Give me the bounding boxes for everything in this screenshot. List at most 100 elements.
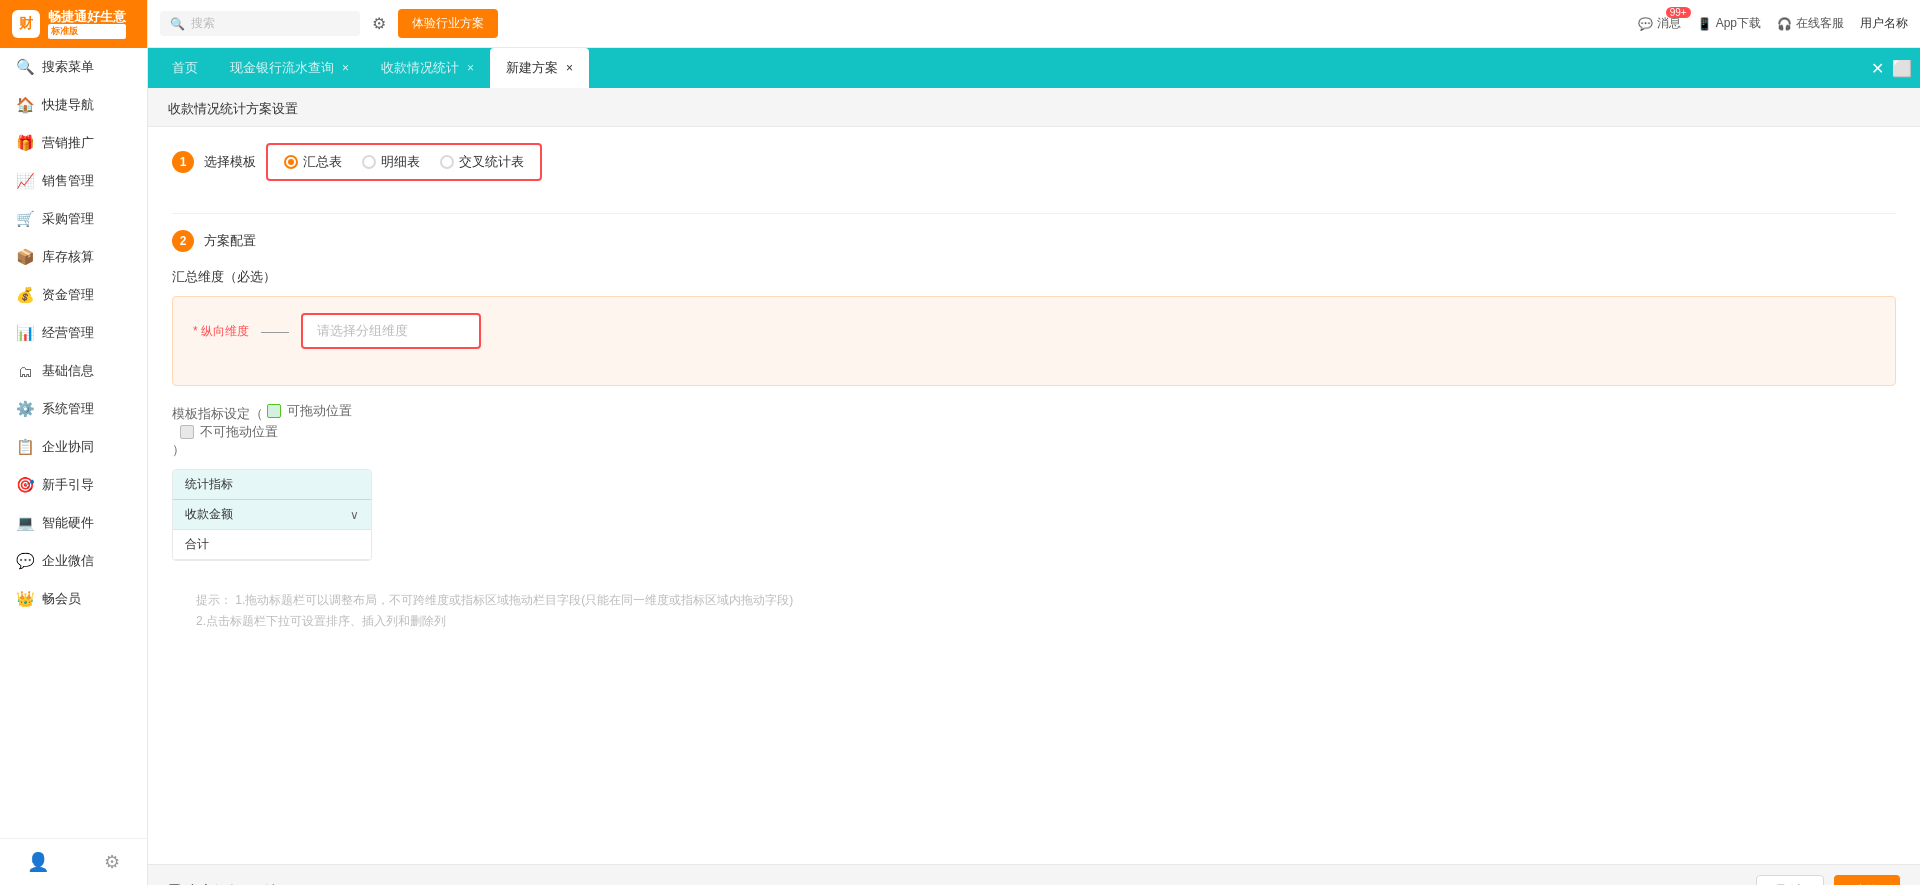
sidebar-item-quick-nav[interactable]: 🏠 快捷导航: [0, 86, 147, 124]
download-icon: 📱: [1697, 17, 1712, 31]
sidebar-item-label: 快捷导航: [42, 96, 94, 114]
expand-tab-button[interactable]: ⬜: [1892, 59, 1912, 78]
enterprise-icon: 📋: [16, 438, 34, 456]
sidebar-item-label: 库存核算: [42, 248, 94, 266]
sidebar-item-label: 搜索菜单: [42, 58, 94, 76]
radio-summary-label: 汇总表: [303, 153, 342, 171]
finance-icon: 💰: [16, 286, 34, 304]
tab-bank-flow-close[interactable]: ×: [342, 61, 349, 75]
tab-home[interactable]: 首页: [156, 48, 214, 88]
dimension-block-title: 汇总维度（必选）: [172, 268, 1896, 286]
sidebar-item-label: 经营管理: [42, 324, 94, 342]
tab-new-plan-close[interactable]: ×: [566, 61, 573, 75]
content-area: 收款情况统计方案设置 1 选择模板 汇总表 明细表: [148, 88, 1920, 885]
topbar-right: 💬 消息 99+ 📱 App下载 🎧 在线客服 用户名称: [1638, 15, 1908, 32]
dimension-select[interactable]: 请选择分组维度: [301, 313, 481, 349]
sidebar-item-label: 销售管理: [42, 172, 94, 190]
legend-drag-box: [267, 404, 281, 418]
message-badge[interactable]: 💬 消息 99+: [1638, 15, 1681, 32]
support-icon: 🎧: [1777, 17, 1792, 31]
sidebar-item-enterprise[interactable]: 📋 企业协同: [0, 428, 147, 466]
sidebar-item-label: 系统管理: [42, 400, 94, 418]
save-checkbox-label[interactable]: 方案保存（可选）: [168, 882, 291, 886]
sidebar-item-label: 智能硬件: [42, 514, 94, 532]
radio-cross[interactable]: 交叉统计表: [440, 153, 524, 171]
dim-row-label: * 纵向维度: [193, 323, 249, 340]
sidebar-item-system[interactable]: ⚙️ 系统管理: [0, 390, 147, 428]
sidebar-item-label: 资金管理: [42, 286, 94, 304]
tab-bank-flow[interactable]: 现金银行流水查询 ×: [214, 48, 365, 88]
app-download[interactable]: 📱 App下载: [1697, 15, 1761, 32]
sidebar-item-wechat[interactable]: 💬 企业微信: [0, 542, 147, 580]
tabbar: 首页 现金银行流水查询 × 收款情况统计 × 新建方案 × ✕ ⬜: [148, 48, 1920, 88]
radio-detail[interactable]: 明细表: [362, 153, 420, 171]
quick-nav-icon: 🏠: [16, 96, 34, 114]
sidebar-logo: 财 畅捷通好生意 标准版: [0, 0, 147, 48]
online-support[interactable]: 🎧 在线客服: [1777, 15, 1844, 32]
indicator-table-header: 统计指标: [173, 470, 371, 500]
sidebar-item-purchase[interactable]: 🛒 采购管理: [0, 200, 147, 238]
legend-nodrag-box: [180, 425, 194, 439]
radio-detail-label: 明细表: [381, 153, 420, 171]
support-label: 在线客服: [1796, 15, 1844, 32]
radio-cross-label: 交叉统计表: [459, 153, 524, 171]
tab-new-plan[interactable]: 新建方案 ×: [490, 48, 589, 88]
basic-info-icon: 🗂: [16, 362, 34, 380]
tab-home-label: 首页: [172, 59, 198, 77]
step1-number: 1: [172, 151, 194, 173]
sidebar-item-guide[interactable]: 🎯 新手引导: [0, 466, 147, 504]
sidebar-item-finance[interactable]: 💰 资金管理: [0, 276, 147, 314]
tab-receipt-stats-label: 收款情况统计: [381, 59, 459, 77]
sidebar-bottom: 👤 ⚙: [0, 838, 147, 885]
sidebar-item-search-menu[interactable]: 🔍 搜索菜单: [0, 48, 147, 86]
member-icon: 👑: [16, 590, 34, 608]
sidebar: 财 畅捷通好生意 标准版 🔍 搜索菜单 🏠 快捷导航 🎁 营销推广 📈 销售管理…: [0, 0, 148, 885]
industry-plan-button[interactable]: 体验行业方案: [398, 9, 498, 38]
radio-summary-circle: [284, 155, 298, 169]
indicator-title-text: 模板指标设定（ 可拖动位置 不可拖动位置 ）: [172, 402, 352, 459]
sidebar-item-label: 企业微信: [42, 552, 94, 570]
dim-arrow-icon: ——: [261, 323, 289, 339]
search-icon: 🔍: [170, 17, 185, 31]
content-inner: 1 选择模板 汇总表 明细表 交叉统计表: [148, 127, 1920, 864]
sidebar-item-label: 企业协同: [42, 438, 94, 456]
cancel-button[interactable]: 取消: [1756, 875, 1824, 886]
message-count: 99+: [1666, 7, 1691, 18]
tip-2: 2.点击标题栏下拉可设置排序、插入列和删除列: [196, 613, 1872, 630]
topbar: 🔍 搜索 ⚙ 体验行业方案 💬 消息 99+ 📱 App下载 🎧 在线客服 用户…: [148, 0, 1920, 48]
sidebar-item-hardware[interactable]: 💻 智能硬件: [0, 504, 147, 542]
sidebar-item-inventory[interactable]: 📦 库存核算: [0, 238, 147, 276]
tab-receipt-stats-close[interactable]: ×: [467, 61, 474, 75]
radio-summary[interactable]: 汇总表: [284, 153, 342, 171]
sidebar-item-member[interactable]: 👑 畅会员: [0, 580, 147, 618]
hardware-icon: 💻: [16, 514, 34, 532]
tab-new-plan-label: 新建方案: [506, 59, 558, 77]
template-radio-group: 汇总表 明细表 交叉统计表: [266, 143, 542, 181]
sidebar-item-marketing[interactable]: 🎁 营销推广: [0, 124, 147, 162]
tip-1: 提示： 1.拖动标题栏可以调整布局，不可跨维度或指标区域拖动栏目字段(只能在同一…: [196, 592, 1872, 609]
sidebar-bottom-icon2[interactable]: ⚙: [100, 847, 124, 877]
indicator-table: 统计指标 收款金额 ∨ 合计: [172, 469, 372, 561]
sidebar-item-sales[interactable]: 📈 销售管理: [0, 162, 147, 200]
sidebar-item-basic-info[interactable]: 🗂 基础信息: [0, 352, 147, 390]
step2-number: 2: [172, 230, 194, 252]
sidebar-bottom-icon1[interactable]: 👤: [23, 847, 53, 877]
indicator-cell-amount[interactable]: 收款金额 ∨: [173, 500, 371, 530]
step2-section: 2 方案配置 汇总维度（必选） * 纵向维度 —— 请选择分组维度: [148, 214, 1920, 674]
close-tab-button[interactable]: ✕: [1871, 59, 1884, 78]
page-title: 收款情况统计方案设置: [148, 88, 1920, 127]
message-icon: 💬: [1638, 17, 1653, 31]
indicator-block: 模板指标设定（ 可拖动位置 不可拖动位置 ）: [172, 402, 1896, 580]
tab-receipt-stats[interactable]: 收款情况统计 ×: [365, 48, 490, 88]
topbar-search[interactable]: 🔍 搜索: [160, 11, 360, 36]
gear-icon[interactable]: ⚙: [372, 14, 386, 33]
step2-title: 方案配置: [204, 232, 256, 250]
query-button[interactable]: 查询: [1834, 875, 1900, 886]
footer-bar: 方案保存（可选） 取消 查询: [148, 864, 1920, 885]
sidebar-item-label: 新手引导: [42, 476, 94, 494]
sales-icon: 📈: [16, 172, 34, 190]
tab-bank-flow-label: 现金银行流水查询: [230, 59, 334, 77]
logo-text: 畅捷通好生意: [48, 9, 126, 25]
main-content: 🔍 搜索 ⚙ 体验行业方案 💬 消息 99+ 📱 App下载 🎧 在线客服 用户…: [148, 0, 1920, 885]
sidebar-item-operations[interactable]: 📊 经营管理: [0, 314, 147, 352]
